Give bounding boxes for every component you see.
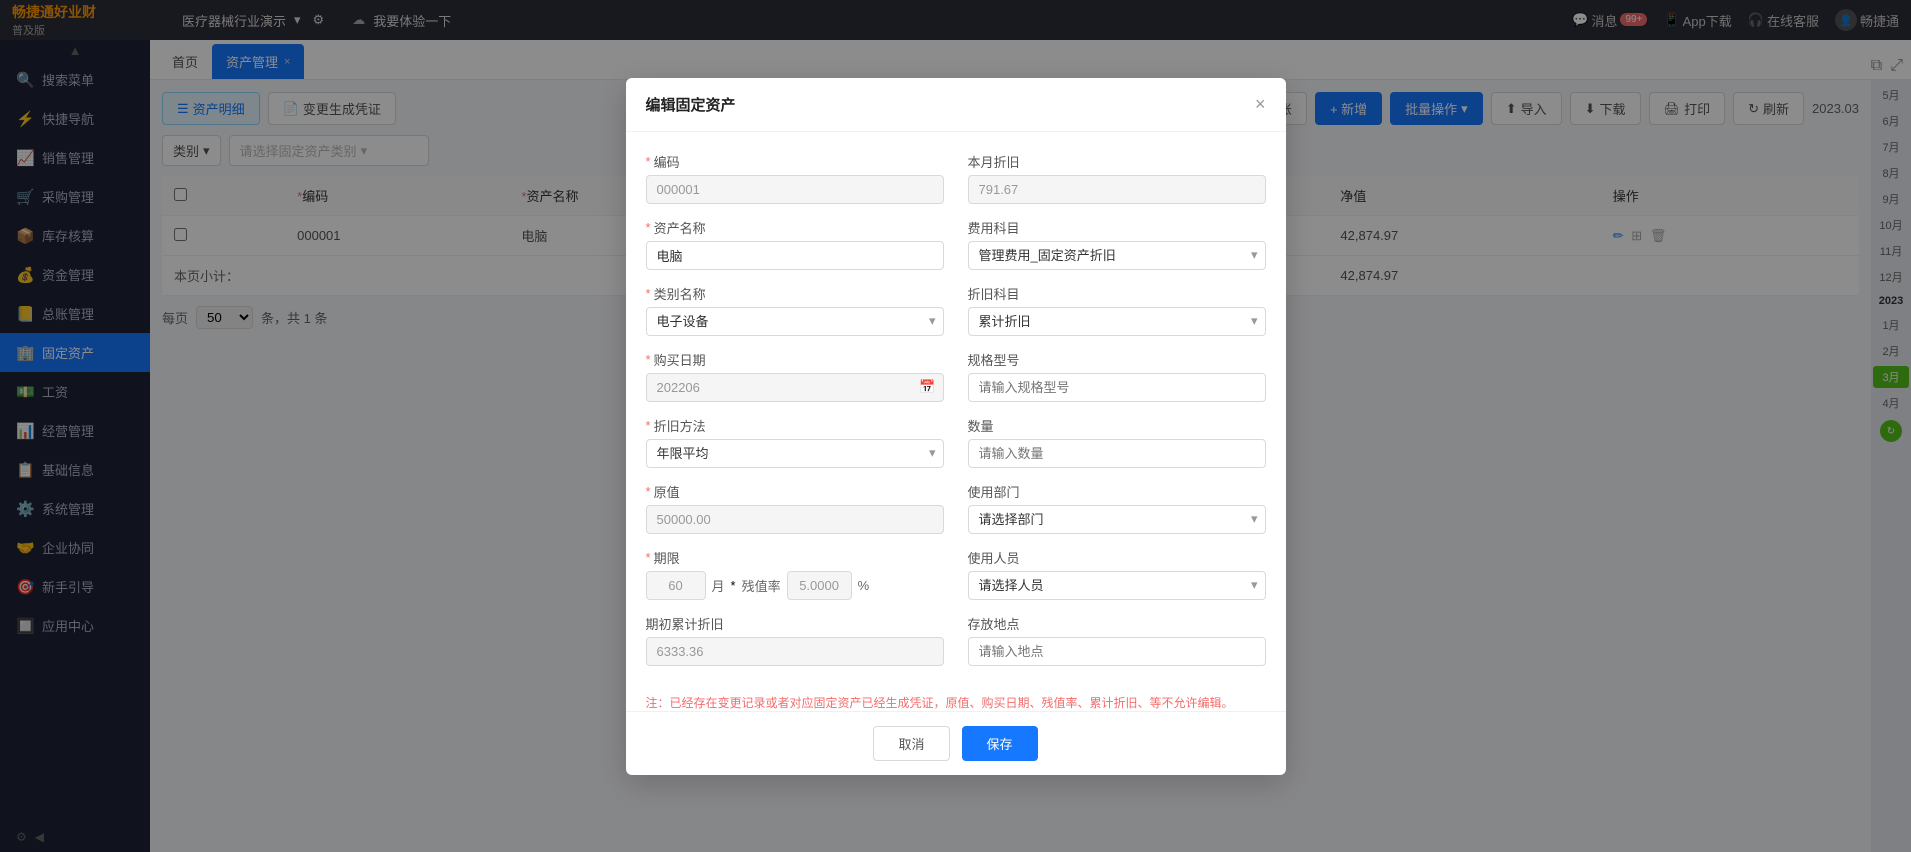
form-row-monthly-dep: 本月折旧	[968, 152, 1266, 204]
modal-body: *编码 *资产名称 *类别名称 电子设备 ▾	[626, 132, 1286, 686]
quantity-input[interactable]	[968, 439, 1266, 468]
edit-fixed-asset-modal: 编辑固定资产 × *编码 *资产名称 *类别名称 电子设备	[626, 78, 1286, 775]
spec-input[interactable]	[968, 373, 1266, 402]
user-select-wrap: 请选择人员 ▾	[968, 571, 1266, 600]
form-row-original-value: *原值	[646, 482, 944, 534]
period-input[interactable]	[646, 571, 706, 600]
user-select[interactable]: 请选择人员	[968, 571, 1266, 600]
modal-overlay: 编辑固定资产 × *编码 *资产名称 *类别名称 电子设备	[0, 0, 1911, 852]
purchase-date-wrapper: 📅	[646, 373, 944, 402]
category-select-wrap: 电子设备 ▾	[646, 307, 944, 336]
original-value-input[interactable]	[646, 505, 944, 534]
form-row-spec: 规格型号	[968, 350, 1266, 402]
purchase-date-input[interactable]	[646, 373, 944, 402]
form-row-period: *期限 月 * 残值率 %	[646, 548, 944, 600]
modal-close-button[interactable]: ×	[1255, 94, 1266, 115]
form-col-left: *编码 *资产名称 *类别名称 电子设备 ▾	[646, 152, 944, 666]
dept-select-wrap: 请选择部门 ▾	[968, 505, 1266, 534]
form-row-code: *编码	[646, 152, 944, 204]
form-row-expense-subject: 费用科目 管理费用_固定资产折旧 ▾	[968, 218, 1266, 270]
modal-note: 注：已经存在变更记录或者对应固定资产已经生成凭证，原值、购买日期、残值率、累计折…	[626, 686, 1286, 711]
form-row-initial-dep: 期初累计折旧	[646, 614, 944, 666]
form-row-dept: 使用部门 请选择部门 ▾	[968, 482, 1266, 534]
category-select[interactable]: 电子设备	[646, 307, 944, 336]
form-row-user: 使用人员 请选择人员 ▾	[968, 548, 1266, 600]
asset-name-input[interactable]	[646, 241, 944, 270]
modal-footer: 取消 保存	[626, 711, 1286, 775]
location-input[interactable]	[968, 637, 1266, 666]
expense-subject-select[interactable]: 管理费用_固定资产折旧	[968, 241, 1266, 270]
cancel-button[interactable]: 取消	[873, 726, 949, 761]
form-row-asset-name: *资产名称	[646, 218, 944, 270]
form-row-category: *类别名称 电子设备 ▾	[646, 284, 944, 336]
save-button[interactable]: 保存	[962, 726, 1038, 761]
dep-subject-select-wrap: 累计折旧 ▾	[968, 307, 1266, 336]
form-row-dep-subject: 折旧科目 累计折旧 ▾	[968, 284, 1266, 336]
dep-method-select-wrap: 年限平均 ▾	[646, 439, 944, 468]
form-row-dep-method: *折旧方法 年限平均 ▾	[646, 416, 944, 468]
residual-rate-input[interactable]	[787, 571, 852, 600]
code-input[interactable]	[646, 175, 944, 204]
calendar-icon[interactable]: 📅	[919, 379, 935, 395]
form-row-location: 存放地点	[968, 614, 1266, 666]
modal-header: 编辑固定资产 ×	[626, 78, 1286, 132]
form-row-quantity: 数量	[968, 416, 1266, 468]
expense-subject-select-wrap: 管理费用_固定资产折旧 ▾	[968, 241, 1266, 270]
initial-dep-input[interactable]	[646, 637, 944, 666]
monthly-dep-input	[968, 175, 1266, 204]
dept-select[interactable]: 请选择部门	[968, 505, 1266, 534]
modal-title: 编辑固定资产	[646, 94, 736, 115]
form-col-right: 本月折旧 费用科目 管理费用_固定资产折旧 ▾ 折旧科目	[968, 152, 1266, 666]
dep-subject-select[interactable]: 累计折旧	[968, 307, 1266, 336]
form-row-purchase-date: *购买日期 📅	[646, 350, 944, 402]
dep-method-select[interactable]: 年限平均	[646, 439, 944, 468]
